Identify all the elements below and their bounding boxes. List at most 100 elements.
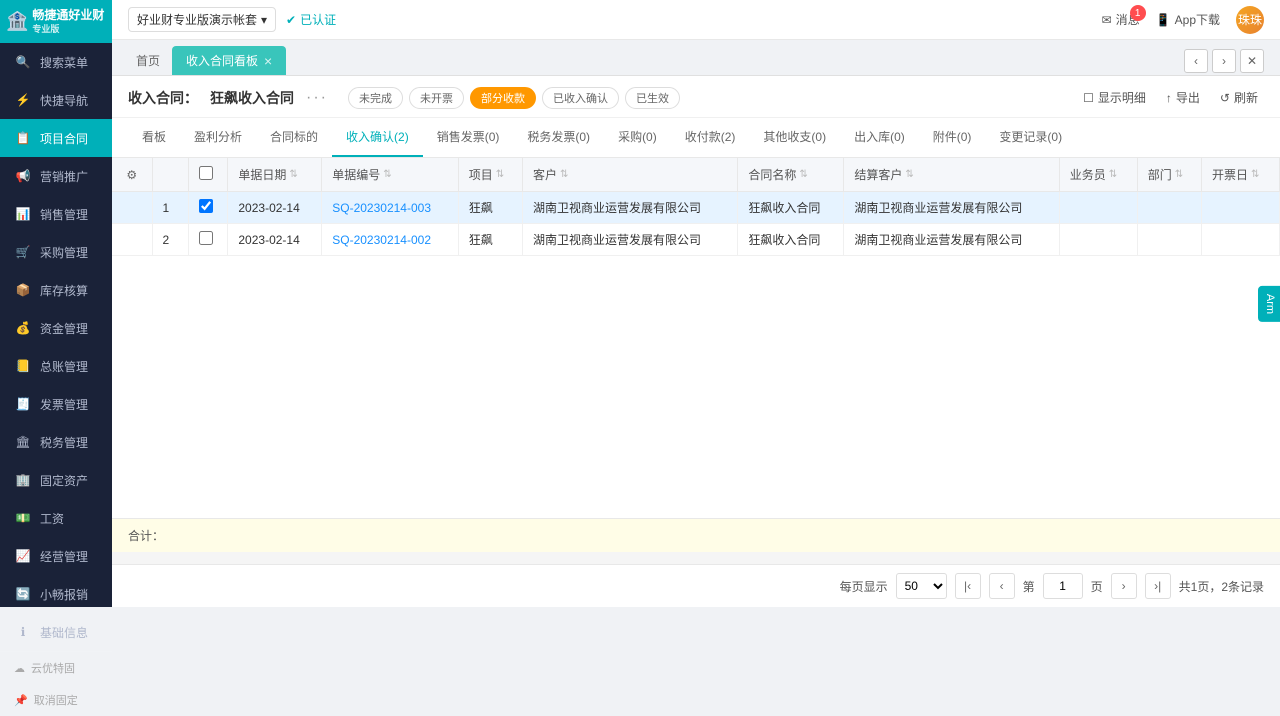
- horizontal-scrollbar[interactable]: [112, 552, 1280, 564]
- tab-close-all-button[interactable]: ✕: [1240, 49, 1264, 73]
- cell-checkbox-1: [188, 224, 228, 256]
- subtab-2[interactable]: 合同标的: [256, 118, 332, 157]
- sidebar-item-14[interactable]: 🔄 小畅报销: [0, 575, 112, 613]
- sidebar-item-13[interactable]: 📈 经营管理: [0, 537, 112, 575]
- col-sort-salesperson[interactable]: 业务员⇅: [1070, 166, 1127, 183]
- col-header-contract[interactable]: 合同名称⇅: [738, 158, 844, 192]
- sidebar-item-5[interactable]: 🛒 采购管理: [0, 233, 112, 271]
- message-button[interactable]: ✉ 1 消息: [1102, 11, 1140, 28]
- row-checkbox-0[interactable]: [199, 199, 213, 213]
- subtab-10[interactable]: 附件(0): [919, 118, 986, 157]
- subtab-8[interactable]: 其他收支(0): [749, 118, 840, 157]
- status-badge-4[interactable]: 已生效: [625, 87, 680, 109]
- subtab-6[interactable]: 采购(0): [604, 118, 671, 157]
- settings-col-icon[interactable]: ⚙: [126, 168, 137, 182]
- subtab-7[interactable]: 收付款(2): [671, 118, 750, 157]
- sidebar-item-0[interactable]: 🔍 搜索菜单: [0, 43, 112, 81]
- col-sort-project[interactable]: 项目⇅: [469, 166, 512, 183]
- col-header-customer[interactable]: 客户⇅: [522, 158, 737, 192]
- refresh-button[interactable]: ↺ 刷新: [1214, 86, 1264, 109]
- status-badge-2[interactable]: 部分收款: [470, 87, 536, 109]
- last-page-button[interactable]: ›|: [1145, 573, 1171, 599]
- page-number-input[interactable]: [1043, 573, 1083, 599]
- arm-button[interactable]: Arm: [1258, 285, 1280, 321]
- cell-project-0: 狂飙: [458, 192, 522, 224]
- col-sort-date[interactable]: 单据日期⇅: [238, 166, 311, 183]
- sort-icon-invoice_date: ⇅: [1251, 169, 1259, 180]
- subtab-1[interactable]: 盈利分析: [180, 118, 256, 157]
- subtab-5[interactable]: 税务发票(0): [513, 118, 604, 157]
- sidebar-item-2[interactable]: 📋 项目合同: [0, 119, 112, 157]
- subtab-3[interactable]: 收入确认(2): [332, 118, 423, 157]
- select-all-checkbox[interactable]: [199, 166, 213, 180]
- col-header-salesperson[interactable]: 业务员⇅: [1059, 158, 1137, 192]
- sidebar-icon-6: 📦: [14, 281, 32, 299]
- show-detail-button[interactable]: ☐ 显示明细: [1077, 86, 1152, 109]
- verified-badge: ✔ 已认证: [286, 11, 336, 28]
- tab-close-button[interactable]: ×: [264, 54, 272, 68]
- col-header-project[interactable]: 项目⇅: [458, 158, 522, 192]
- table-row[interactable]: 12023-02-14SQ-20230214-003狂飙湖南卫视商业运营发展有限…: [112, 192, 1280, 224]
- doc-number-link-1[interactable]: SQ-20230214-002: [332, 233, 431, 247]
- subtab-0[interactable]: 看板: [128, 118, 180, 157]
- col-sort-customer[interactable]: 客户⇅: [533, 166, 727, 183]
- scroll-track: [112, 552, 1112, 553]
- col-header-date[interactable]: 单据日期⇅: [228, 158, 322, 192]
- subtab-11[interactable]: 变更记录(0): [985, 118, 1076, 157]
- user-avatar-area[interactable]: 珠珠: [1236, 6, 1264, 34]
- sidebar: 🏦 畅捷通好业财 专业版 🔍 搜索菜单⚡ 快捷导航📋 项目合同📢 营销推广📊 销…: [0, 0, 112, 607]
- next-page-button[interactable]: ›: [1111, 573, 1137, 599]
- col-header-invoice_date[interactable]: 开票日⇅: [1201, 158, 1279, 192]
- status-badge-1[interactable]: 未开票: [409, 87, 464, 109]
- topbar-right: ✉ 1 消息 📱 App下载 珠珠: [1102, 6, 1264, 34]
- contract-name: 狂飙收入合同: [210, 88, 294, 108]
- table-container[interactable]: ⚙单据日期⇅单据编号⇅项目⇅客户⇅合同名称⇅结算客户⇅业务员⇅部门⇅开票日⇅ 1…: [112, 158, 1280, 518]
- chevron-down-icon: ▾: [261, 13, 267, 27]
- col-sort-contract[interactable]: 合同名称⇅: [748, 166, 833, 183]
- doc-number-link-0[interactable]: SQ-20230214-003: [332, 201, 431, 215]
- sidebar-item-15[interactable]: ℹ 基础信息: [0, 613, 112, 651]
- sidebar-item-11[interactable]: 🏢 固定资产: [0, 461, 112, 499]
- sidebar-item-7[interactable]: 💰 资金管理: [0, 309, 112, 347]
- per-page-select[interactable]: 50 100 200: [896, 573, 947, 599]
- subtab-4[interactable]: 销售发票(0): [423, 118, 514, 157]
- sidebar-item-4[interactable]: 📊 销售管理: [0, 195, 112, 233]
- prev-page-button[interactable]: ‹: [989, 573, 1015, 599]
- sidebar-item-12[interactable]: 💵 工资: [0, 499, 112, 537]
- col-header-number[interactable]: 单据编号⇅: [322, 158, 458, 192]
- sidebar-label-15: 基础信息: [40, 624, 88, 641]
- sidebar-item-10[interactable]: 🏛 税务管理: [0, 423, 112, 461]
- col-sort-department[interactable]: 部门⇅: [1148, 166, 1191, 183]
- active-tab[interactable]: 收入合同看板 ×: [172, 46, 286, 75]
- row-checkbox-1[interactable]: [199, 231, 213, 245]
- sidebar-item-6[interactable]: 📦 库存核算: [0, 271, 112, 309]
- cell-customer-1: 湖南卫视商业运营发展有限公司: [522, 224, 737, 256]
- export-button[interactable]: ↑ 导出: [1160, 86, 1206, 109]
- table-row[interactable]: 22023-02-14SQ-20230214-002狂飙湖南卫视商业运营发展有限…: [112, 224, 1280, 256]
- sidebar-item-9[interactable]: 🧾 发票管理: [0, 385, 112, 423]
- col-sort-number[interactable]: 单据编号⇅: [332, 166, 447, 183]
- home-tab[interactable]: 首页: [128, 48, 168, 73]
- sidebar-item-8[interactable]: 📒 总账管理: [0, 347, 112, 385]
- app-download-button[interactable]: 📱 App下载: [1156, 11, 1220, 28]
- sidebar-bottom-unpin[interactable]: 📌 取消固定: [0, 684, 112, 716]
- more-options-button[interactable]: ···: [306, 89, 328, 107]
- sort-icon-salesperson: ⇅: [1109, 169, 1117, 180]
- sidebar-bottom-cloud[interactable]: ☁ 云优特固: [0, 652, 112, 684]
- col-header-settle_customer[interactable]: 结算客户⇅: [844, 158, 1059, 192]
- company-selector[interactable]: 好业财专业版演示帐套 ▾: [128, 7, 276, 32]
- status-badge-0[interactable]: 未完成: [348, 87, 403, 109]
- col-sort-settle_customer[interactable]: 结算客户⇅: [854, 166, 1048, 183]
- first-page-button[interactable]: |‹: [955, 573, 981, 599]
- status-badge-3[interactable]: 已收入确认: [542, 87, 619, 109]
- subtabs: 看板盈利分析合同标的收入确认(2)销售发票(0)税务发票(0)采购(0)收付款(…: [112, 118, 1280, 158]
- tab-prev-button[interactable]: ‹: [1184, 49, 1208, 73]
- sidebar-item-1[interactable]: ⚡ 快捷导航: [0, 81, 112, 119]
- tab-next-button[interactable]: ›: [1212, 49, 1236, 73]
- col-sort-invoice_date[interactable]: 开票日⇅: [1212, 166, 1269, 183]
- subtab-9[interactable]: 出入库(0): [840, 118, 919, 157]
- cloud-icon: ☁: [14, 662, 25, 675]
- data-table: ⚙单据日期⇅单据编号⇅项目⇅客户⇅合同名称⇅结算客户⇅业务员⇅部门⇅开票日⇅ 1…: [112, 158, 1280, 256]
- col-header-department[interactable]: 部门⇅: [1137, 158, 1201, 192]
- sidebar-item-3[interactable]: 📢 营销推广: [0, 157, 112, 195]
